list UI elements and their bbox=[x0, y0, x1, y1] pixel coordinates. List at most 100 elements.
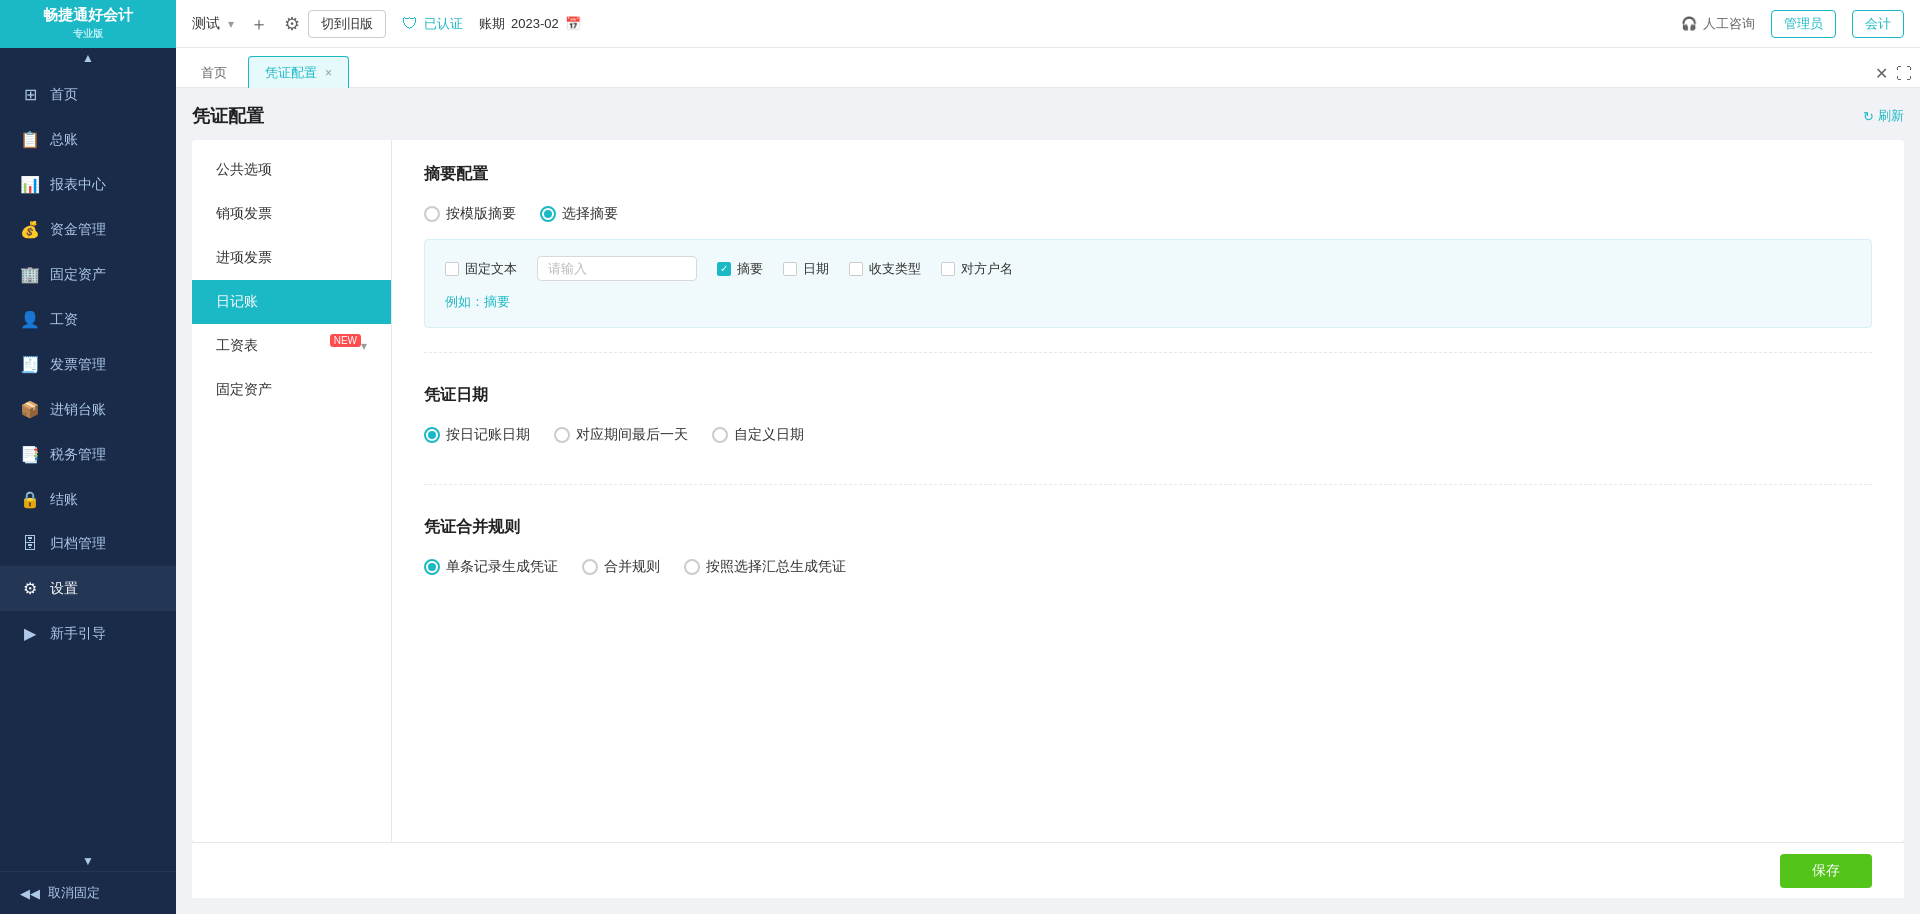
tab-voucher-config-label: 凭证配置 bbox=[265, 64, 317, 82]
sidebar-item-label: 新手引导 bbox=[50, 625, 106, 643]
sidebar-item-settings[interactable]: ⚙ 设置 bbox=[0, 566, 176, 611]
period-label: 账期 bbox=[479, 15, 505, 33]
radio-journal-date-label: 按日记账日期 bbox=[446, 426, 530, 444]
radio-custom-date[interactable]: 自定义日期 bbox=[712, 426, 804, 444]
sidebar-item-home[interactable]: ⊞ 首页 bbox=[0, 72, 176, 117]
content-area: 首页 凭证配置 × ✕ ⛶ 凭证配置 ↻ 刷新 bbox=[176, 48, 1920, 914]
sidebar-item-funds[interactable]: 💰 资金管理 bbox=[0, 207, 176, 252]
chevron-down-icon: ▾ bbox=[361, 339, 367, 353]
left-menu-item-purchase-invoice[interactable]: 进项发票 bbox=[192, 236, 391, 280]
assets-icon: 🏢 bbox=[20, 265, 40, 284]
merge-radio-group: 单条记录生成凭证 合并规则 按照选择汇总生成凭证 bbox=[424, 558, 1872, 576]
left-menu-item-fixed-assets[interactable]: 固定资产 bbox=[192, 368, 391, 412]
reports-icon: 📊 bbox=[20, 175, 40, 194]
income-type-label: 收支类型 bbox=[869, 260, 921, 278]
save-button[interactable]: 保存 bbox=[1780, 854, 1872, 888]
left-menu-label-sales-invoice: 销项发票 bbox=[216, 205, 272, 221]
sidebar-item-invoice-mgmt[interactable]: 🧾 发票管理 bbox=[0, 342, 176, 387]
section-date: 凭证日期 按日记账日期 对应期间最后一天 bbox=[424, 385, 1872, 485]
radio-by-selection-circle bbox=[684, 559, 700, 575]
expand-tab-button[interactable]: ⛶ bbox=[1896, 65, 1912, 83]
page-title: 凭证配置 bbox=[192, 104, 264, 128]
new-badge: NEW bbox=[330, 334, 361, 347]
left-menu-label-purchase-invoice: 进项发票 bbox=[216, 249, 272, 265]
support-button[interactable]: 🎧 人工咨询 bbox=[1681, 15, 1755, 33]
sidebar-item-guide[interactable]: ▶ 新手引导 bbox=[0, 611, 176, 656]
tab-controls: ✕ ⛶ bbox=[1875, 64, 1912, 87]
refresh-button[interactable]: ↻ 刷新 bbox=[1863, 107, 1904, 125]
sidebar-item-tax[interactable]: 📑 税务管理 bbox=[0, 432, 176, 477]
page-content: 凭证配置 ↻ 刷新 公共选项 销项发票 进项发票 bbox=[176, 88, 1920, 914]
period-selector[interactable]: 账期 2023-02 📅 bbox=[479, 15, 581, 33]
close-tab-button[interactable]: ✕ bbox=[1875, 64, 1888, 83]
main-layout: ▲ ⊞ 首页 📋 总账 📊 报表中心 💰 资金管理 🏢 固定资产 bbox=[0, 48, 1920, 914]
tab-voucher-config[interactable]: 凭证配置 × bbox=[248, 56, 349, 88]
radio-period-last-label: 对应期间最后一天 bbox=[576, 426, 688, 444]
fixed-text-label: 固定文本 bbox=[465, 260, 517, 278]
checkbox-income-type[interactable]: 收支类型 bbox=[849, 260, 921, 278]
sidebar-item-ledger[interactable]: 📋 总账 bbox=[0, 117, 176, 162]
sidebar-item-sales-ledger[interactable]: 📦 进销台账 bbox=[0, 387, 176, 432]
radio-merge-rules[interactable]: 合并规则 bbox=[582, 558, 660, 576]
project-name: 测试 bbox=[192, 15, 220, 33]
sidebar-item-label: 发票管理 bbox=[50, 356, 106, 374]
refresh-icon: ↻ bbox=[1863, 109, 1874, 124]
checkbox-fixed-text[interactable]: 固定文本 bbox=[445, 260, 517, 278]
radio-journal-date[interactable]: 按日记账日期 bbox=[424, 426, 530, 444]
settings-icon[interactable]: ⚙ bbox=[284, 13, 300, 35]
sidebar-scroll-down[interactable]: ▼ bbox=[0, 851, 176, 871]
topbar-right: 🎧 人工咨询 管理员 会计 bbox=[1681, 10, 1904, 38]
sidebar-item-payroll[interactable]: 👤 工资 bbox=[0, 297, 176, 342]
radio-select-circle bbox=[540, 206, 556, 222]
sidebar-item-settlement[interactable]: 🔒 结账 bbox=[0, 477, 176, 522]
sidebar-item-reports[interactable]: 📊 报表中心 bbox=[0, 162, 176, 207]
left-menu-item-journal[interactable]: 日记账 bbox=[192, 280, 391, 324]
radio-period-last[interactable]: 对应期间最后一天 bbox=[554, 426, 688, 444]
verified-badge: 🛡 已认证 bbox=[402, 15, 463, 33]
left-menu-item-sales-invoice[interactable]: 销项发票 bbox=[192, 192, 391, 236]
project-arrow-icon: ▾ bbox=[228, 17, 234, 31]
tab-close-icon[interactable]: × bbox=[325, 66, 332, 80]
page-title-bar: 凭证配置 ↻ 刷新 bbox=[192, 104, 1904, 128]
radio-template-label: 按模版摘要 bbox=[446, 205, 516, 223]
fixed-text-input[interactable] bbox=[537, 256, 697, 281]
topbar-action-icons: ＋ ⚙ bbox=[250, 12, 300, 36]
cancel-pin-button[interactable]: ◀◀ 取消固定 bbox=[0, 871, 176, 914]
tab-home[interactable]: 首页 bbox=[184, 56, 244, 88]
sidebar-nav: ⊞ 首页 📋 总账 📊 报表中心 💰 资金管理 🏢 固定资产 👤 工资 bbox=[0, 68, 176, 851]
sidebar-item-label: 归档管理 bbox=[50, 535, 106, 553]
guide-icon: ▶ bbox=[20, 624, 40, 643]
headset-icon: 🎧 bbox=[1681, 16, 1697, 31]
radio-template-abstract[interactable]: 按模版摘要 bbox=[424, 205, 516, 223]
checkbox-date[interactable]: 日期 bbox=[783, 260, 829, 278]
sidebar-item-label: 报表中心 bbox=[50, 176, 106, 194]
sidebar-scroll-up[interactable]: ▲ bbox=[0, 48, 176, 68]
sidebar-item-label: 固定资产 bbox=[50, 266, 106, 284]
refresh-label: 刷新 bbox=[1878, 107, 1904, 125]
counterparty-label: 对方户名 bbox=[961, 260, 1013, 278]
left-menu-item-payroll-table[interactable]: 工资表 NEW ▾ bbox=[192, 324, 391, 368]
sidebar-item-archive[interactable]: 🗄 归档管理 bbox=[0, 522, 176, 566]
gear-icon: ⚙ bbox=[20, 579, 40, 598]
sidebar-item-label: 设置 bbox=[50, 580, 78, 598]
add-icon[interactable]: ＋ bbox=[250, 12, 268, 36]
sidebar-item-assets[interactable]: 🏢 固定资产 bbox=[0, 252, 176, 297]
checkbox-counterparty[interactable]: 对方户名 bbox=[941, 260, 1013, 278]
radio-select-abstract[interactable]: 选择摘要 bbox=[540, 205, 618, 223]
tax-icon: 📑 bbox=[20, 445, 40, 464]
left-menu-label-public: 公共选项 bbox=[216, 161, 272, 177]
radio-by-selection[interactable]: 按照选择汇总生成凭证 bbox=[684, 558, 846, 576]
logo-subtitle: 专业版 bbox=[73, 27, 103, 41]
tab-home-label: 首页 bbox=[201, 64, 227, 82]
radio-single[interactable]: 单条记录生成凭证 bbox=[424, 558, 558, 576]
accountant-button[interactable]: 会计 bbox=[1852, 10, 1904, 38]
funds-icon: 💰 bbox=[20, 220, 40, 239]
checkbox-abstract[interactable]: ✓ 摘要 bbox=[717, 260, 763, 278]
left-menu-item-public[interactable]: 公共选项 bbox=[192, 148, 391, 192]
switch-old-version-button[interactable]: 切到旧版 bbox=[308, 10, 386, 38]
right-panel: 摘要配置 按模版摘要 选择摘要 bbox=[392, 140, 1904, 842]
admin-button[interactable]: 管理员 bbox=[1771, 10, 1836, 38]
project-selector[interactable]: 测试 ▾ bbox=[192, 15, 234, 33]
sidebar-item-label: 资金管理 bbox=[50, 221, 106, 239]
logo-title: 畅捷通好会计 bbox=[43, 6, 133, 25]
